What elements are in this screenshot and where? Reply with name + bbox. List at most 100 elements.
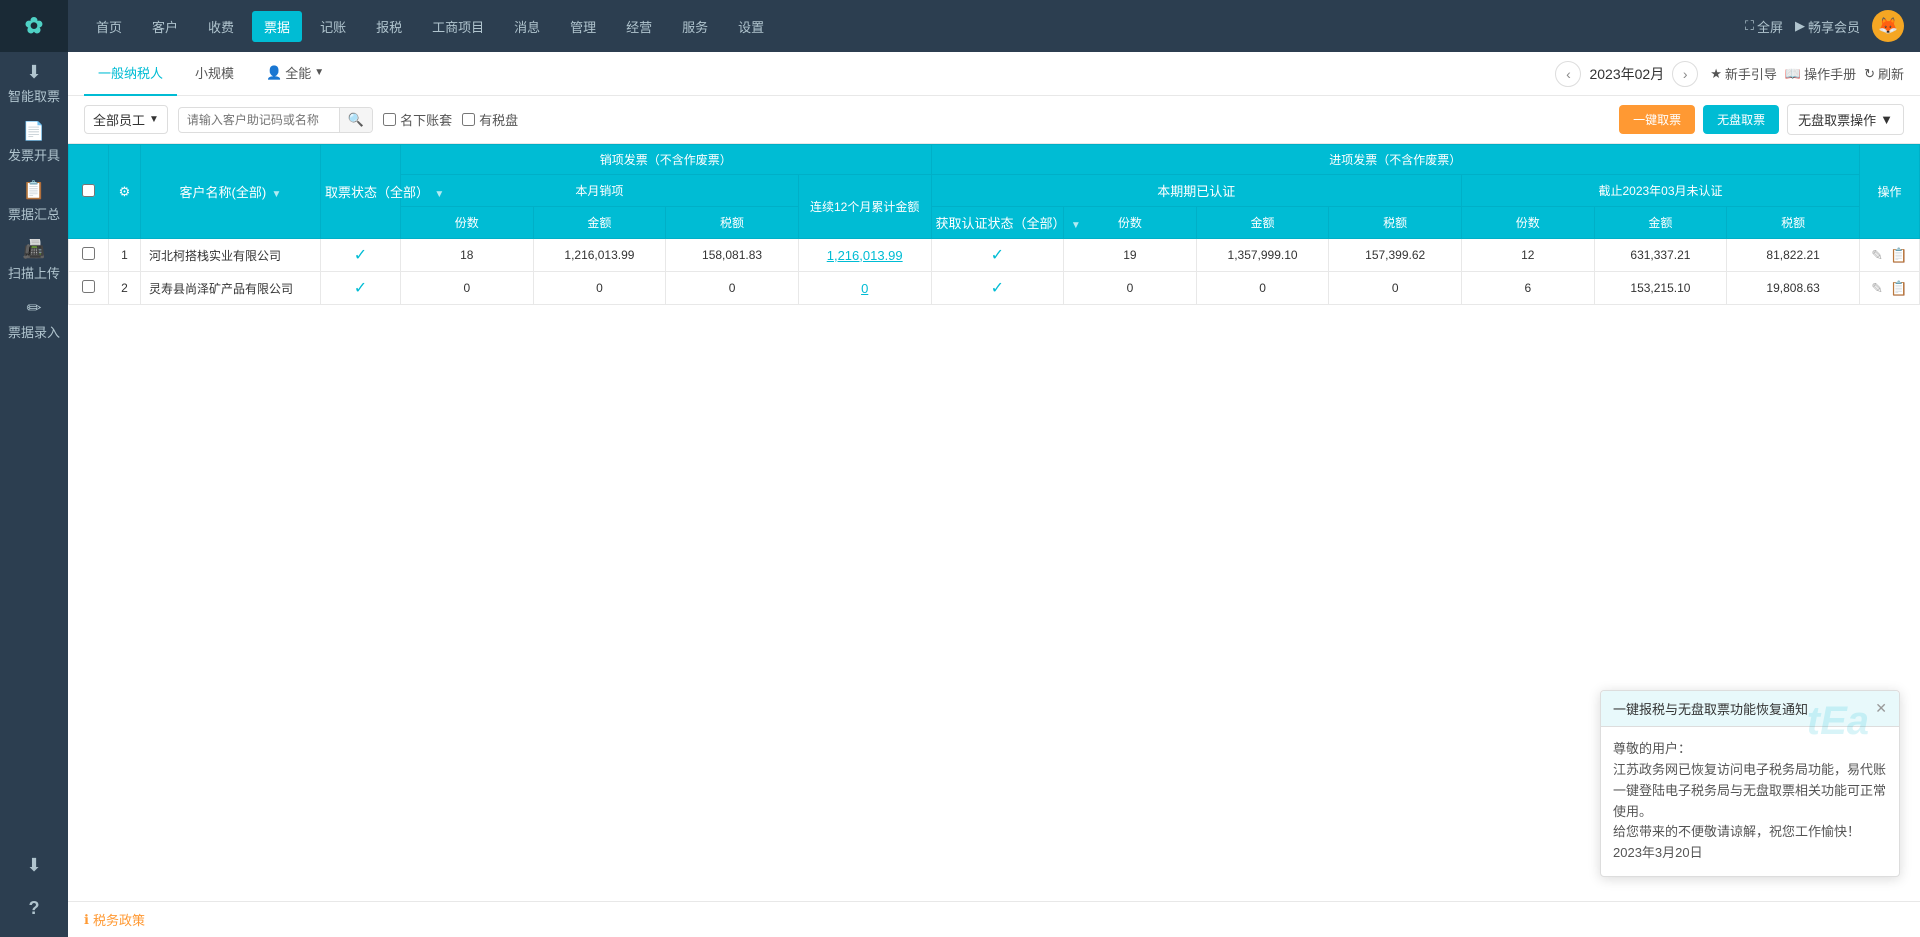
no-disk-ops-button[interactable]: 无盘取票操作 ▼ <box>1787 104 1904 135</box>
th-purchase-count: 份数 <box>1064 207 1197 239</box>
notification-watermark: tEa <box>1807 699 1869 744</box>
row-name: 灵寿县尚泽矿产品有限公司 <box>141 272 321 305</box>
th-customer-name[interactable]: 客户名称(全部) ▼ <box>141 145 321 239</box>
nav-settings[interactable]: 设置 <box>726 11 776 42</box>
sidebar-bottom: ⬇ ? <box>0 847 68 937</box>
sidebar-item-invoice-open[interactable]: 📄 发票开具 <box>0 111 68 170</box>
sidebar-item-data-entry[interactable]: ✏ 票据录入 <box>0 288 68 347</box>
notification-popup: tEa 一键报税与无盘取票功能恢复通知 ✕ 尊敬的用户： 江苏政务网已恢复访问电… <box>1600 690 1900 877</box>
row-sales-amount: 1,216,013.99 <box>533 239 666 272</box>
row-cert-status: ✓ <box>931 239 1064 272</box>
detail-icon[interactable]: 📋 <box>1890 247 1907 263</box>
next-month-btn[interactable]: › <box>1672 61 1698 87</box>
has-tax-checkbox[interactable] <box>462 113 475 126</box>
tab-all[interactable]: 👤 全能 ▼ <box>252 52 338 96</box>
search-button[interactable]: 🔍 <box>339 108 372 132</box>
cert-filter-icon: ▼ <box>1071 220 1081 231</box>
search-icon: 🔍 <box>348 112 364 127</box>
manual-link[interactable]: 📖 操作手册 <box>1785 64 1856 83</box>
row-check[interactable] <box>69 239 109 272</box>
one-click-fetch-button[interactable]: 一键取票 <box>1619 105 1695 134</box>
has-tax-checkbox-label[interactable]: 有税盘 <box>462 110 518 129</box>
row-fetch-status: ✓ <box>321 239 401 272</box>
th-check <box>69 145 109 239</box>
notification-close-button[interactable]: ✕ <box>1875 700 1887 717</box>
top-navigation: 首页 客户 收费 票据 记账 报税 工商项目 消息 管理 经营 服务 设置 ⛶ … <box>68 0 1920 52</box>
dl-icon: ⬇ <box>26 855 41 876</box>
edit-icon[interactable]: ✎ <box>1871 280 1883 296</box>
nav-commerce[interactable]: 工商项目 <box>420 11 496 42</box>
th-purchase-amount: 金额 <box>1196 207 1329 239</box>
employee-select[interactable]: 全部员工 ▼ <box>84 105 168 134</box>
sidebar-item-invoice-summary[interactable]: 📋 票据汇总 <box>0 170 68 229</box>
name-account-checkbox-label[interactable]: 名下账套 <box>383 110 452 129</box>
nav-bookkeeping[interactable]: 记账 <box>308 11 358 42</box>
tab-actions: ★ 新手引导 📖 操作手册 ↻ 刷新 <box>1710 64 1904 83</box>
chevron-down-icon: ▼ <box>149 114 159 125</box>
sidebar-bottom-download[interactable]: ⬇ <box>0 847 68 884</box>
user-avatar[interactable]: 🦊 <box>1872 10 1904 42</box>
nav-customer[interactable]: 客户 <box>140 11 190 42</box>
summary-icon: 📋 <box>23 180 45 201</box>
row-uncert-count: 12 <box>1462 239 1595 272</box>
nav-home[interactable]: 首页 <box>84 11 134 42</box>
vip-btn[interactable]: ▶ 畅享会员 <box>1795 17 1860 36</box>
nav-service[interactable]: 服务 <box>670 11 720 42</box>
prev-month-btn[interactable]: ‹ <box>1555 61 1581 87</box>
tax-policy-link[interactable]: ℹ 税务政策 <box>84 910 145 929</box>
entry-icon: ✏ <box>26 298 41 319</box>
scan-icon: 📠 <box>23 239 45 260</box>
row-uncert-count: 6 <box>1462 272 1595 305</box>
nav-invoice[interactable]: 票据 <box>252 11 302 42</box>
nav-tax[interactable]: 报税 <box>364 11 414 42</box>
row-uncert-amount: 153,215.10 <box>1594 272 1727 305</box>
th-this-period-cert: 本期期已认证 <box>931 175 1462 207</box>
select-all-checkbox[interactable] <box>82 184 95 197</box>
fullscreen-btn[interactable]: ⛶ 全屏 <box>1745 17 1783 36</box>
search-input-wrapper: 🔍 <box>178 107 373 133</box>
row-sales-tax: 0 <box>666 272 799 305</box>
nav-message[interactable]: 消息 <box>502 11 552 42</box>
star-icon: ★ <box>1710 66 1722 82</box>
book-icon: 📖 <box>1785 66 1801 82</box>
new-guide-link[interactable]: ★ 新手引导 <box>1710 64 1777 83</box>
name-account-checkbox[interactable] <box>383 113 396 126</box>
th-uncert-count: 份数 <box>1462 207 1595 239</box>
search-input[interactable] <box>179 109 339 131</box>
row-check[interactable] <box>69 272 109 305</box>
tab-bar: 一般纳税人 小规模 👤 全能 ▼ ‹ 2023年02月 › ★ 新手引导 📖 操 <box>68 52 1920 96</box>
table-row: 1 河北柯搭栈实业有限公司 ✓ 18 1,216,013.99 158,081.… <box>69 239 1920 272</box>
sidebar-logo[interactable]: ✿ <box>0 0 68 52</box>
th-action: 操作 <box>1860 145 1920 239</box>
row-actions: ✎ 📋 <box>1860 239 1920 272</box>
tab-general-taxpayer[interactable]: 一般纳税人 <box>84 52 177 96</box>
th-this-month-sales: 本月销项 <box>401 175 799 207</box>
th-cert-status[interactable]: 获取认证状态（全部） ▼ <box>931 207 1064 239</box>
th-fetch-status[interactable]: 取票状态（全部） ▼ <box>321 145 401 239</box>
current-month: 2023年02月 <box>1589 64 1664 84</box>
no-disk-fetch-button[interactable]: 无盘取票 <box>1703 105 1779 134</box>
tab-small-scale[interactable]: 小规模 <box>181 52 248 96</box>
sidebar-bottom-help[interactable]: ? <box>0 890 68 927</box>
sidebar-item-scan-upload[interactable]: 📠 扫描上传 <box>0 229 68 288</box>
bottom-bar: ℹ 税务政策 <box>68 901 1920 937</box>
sidebar-item-smart-fetch[interactable]: ⬇ 智能取票 <box>0 52 68 111</box>
row-uncert-tax: 81,822.21 <box>1727 239 1860 272</box>
config-icon[interactable]: ⚙ <box>119 184 131 199</box>
detail-icon[interactable]: 📋 <box>1890 280 1907 296</box>
info-icon: ℹ <box>84 912 89 928</box>
refresh-link[interactable]: ↻ 刷新 <box>1864 64 1904 83</box>
row-purchase-count: 19 <box>1064 239 1197 272</box>
row-purchase-amount: 0 <box>1196 272 1329 305</box>
th-sales-count: 份数 <box>401 207 534 239</box>
edit-icon[interactable]: ✎ <box>1871 247 1883 263</box>
nav-manage[interactable]: 管理 <box>558 11 608 42</box>
nav-operations[interactable]: 经营 <box>614 11 664 42</box>
th-purchase-tax: 税额 <box>1329 207 1462 239</box>
nav-billing[interactable]: 收费 <box>196 11 246 42</box>
row-sales-count: 18 <box>401 239 534 272</box>
th-sales-tax: 税额 <box>666 207 799 239</box>
th-purchase-group: 进项发票（不含作废票） <box>931 145 1860 175</box>
fullscreen-icon: ⛶ <box>1745 18 1754 34</box>
row-fetch-status: ✓ <box>321 272 401 305</box>
